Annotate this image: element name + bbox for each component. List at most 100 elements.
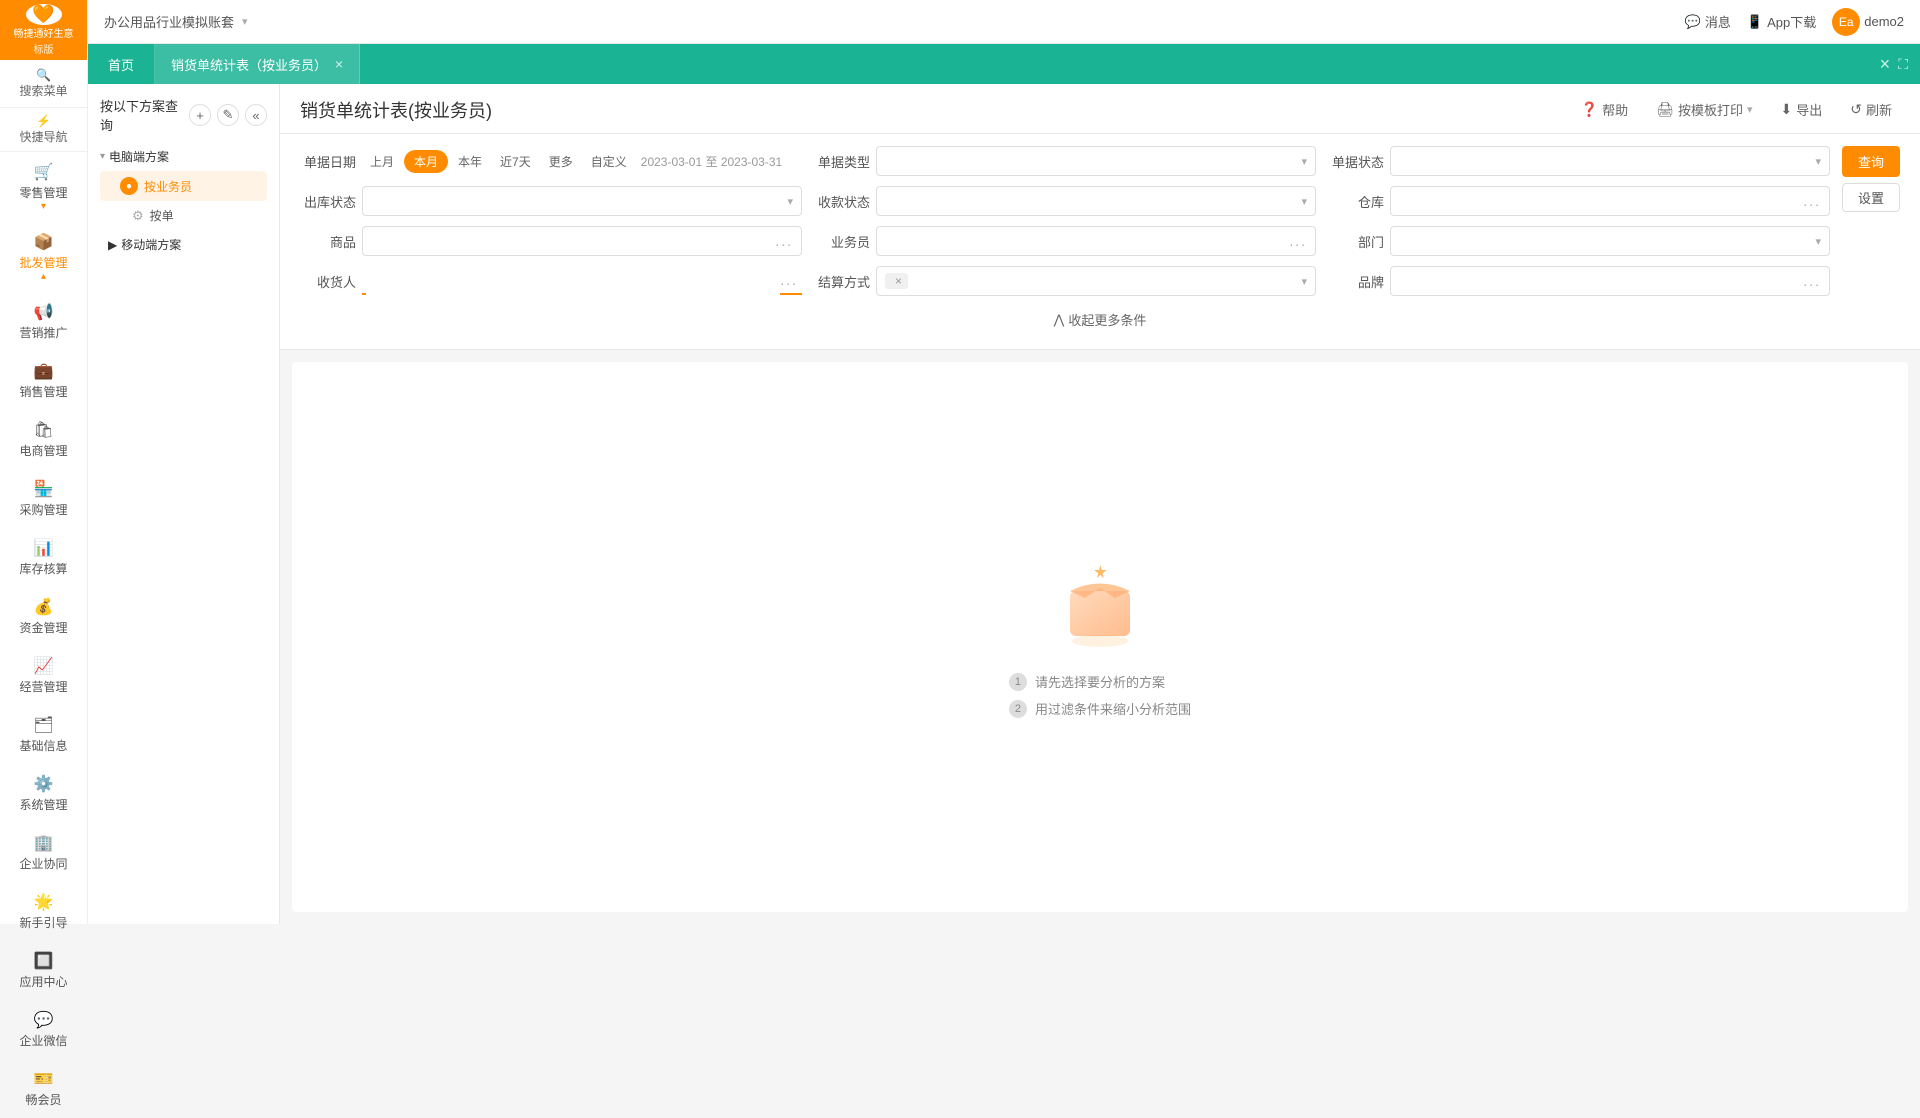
app-download-btn[interactable]: 📱 App下载 <box>1747 12 1816 31</box>
template-print-btn[interactable]: 🖨 按模板打印 ▾ <box>1648 96 1760 123</box>
sidebar-item-wholesale[interactable]: 📦 批发管理 ▴ <box>0 222 87 292</box>
message-btn[interactable]: 💬 消息 <box>1685 12 1731 31</box>
avatar: Ea <box>1832 8 1860 36</box>
date-current-year[interactable]: 本年 <box>450 150 490 173</box>
left-panel-actions: + ✎ « <box>189 104 267 126</box>
sidebar-item-operations[interactable]: 📈 经营管理 <box>0 646 87 705</box>
collapse-panel-btn[interactable]: « <box>245 104 267 126</box>
sidebar-item-system[interactable]: ⚙️ 系统管理 <box>0 764 87 823</box>
collapse-btn[interactable]: ⋀ 收起更多条件 <box>300 302 1900 337</box>
receiver-input[interactable] <box>366 265 780 295</box>
logo-text: 畅捷通好生意 <box>14 28 74 41</box>
arrow-down-icon: ▾ <box>41 201 46 212</box>
sidebar-item-enterprise[interactable]: 🏢 企业协同 <box>0 823 87 882</box>
brand-dots[interactable]: ... <box>1803 273 1821 289</box>
goods-dots[interactable]: ... <box>775 233 793 249</box>
sidebar-item-apps[interactable]: 🔲 应用中心 <box>0 941 87 1000</box>
goods-label: 商品 <box>300 232 356 251</box>
payment-label: 结算方式 <box>814 272 870 291</box>
sidebar: 🧡 畅捷通好生意 标版 🔍 搜索菜单 ⚡ 快捷导航 🛒 零售管理 ▾ 📦 批发管… <box>0 0 88 924</box>
date-current-month[interactable]: 本月 <box>404 150 448 173</box>
member-icon: 🎫 <box>34 1069 54 1089</box>
brand-select[interactable]: ... <box>1390 266 1830 296</box>
help-btn[interactable]: ❓ 帮助 <box>1573 96 1636 123</box>
doc-type-arrow: ▾ <box>1301 155 1307 168</box>
tab-home[interactable]: 首页 <box>88 44 155 84</box>
date-more[interactable]: 更多 <box>541 150 581 173</box>
user-profile[interactable]: Ea demo2 <box>1832 8 1904 36</box>
dept-field: 部门 ▾ <box>1328 226 1830 256</box>
mobile-plan-group: ▶ 移动端方案 <box>88 230 279 259</box>
tab-maximize-btn[interactable]: ⛶ <box>1898 56 1908 73</box>
sidebar-item-newbie[interactable]: 🌟 新手引导 <box>0 882 87 941</box>
out-status-label: 出库状态 <box>300 192 356 211</box>
dept-label: 部门 <box>1328 232 1384 251</box>
query-btn[interactable]: 查询 <box>1842 146 1900 177</box>
tab-close-window-btn[interactable]: × <box>1880 54 1891 75</box>
sidebar-item-member[interactable]: 🎫 畅会员 <box>0 1059 87 1118</box>
setting-btn[interactable]: 设置 <box>1842 183 1900 212</box>
purchase-icon: 🏪 <box>34 479 54 499</box>
goods-field: 商品 ... <box>300 226 802 256</box>
sidebar-item-finance[interactable]: 💰 资金管理 <box>0 587 87 646</box>
dept-arrow: ▾ <box>1815 235 1821 248</box>
sidebar-item-purchase[interactable]: 🏪 采购管理 <box>0 469 87 528</box>
page-actions: ❓ 帮助 🖨 按模板打印 ▾ ⬇ 导出 ↺ 刷新 <box>1573 96 1900 123</box>
tab-sales-stat[interactable]: 销货单统计表（按业务员） × <box>155 44 360 84</box>
help-icon: ❓ <box>1581 101 1598 118</box>
mobile-group-toggle[interactable]: ▶ 移动端方案 <box>100 230 267 259</box>
out-status-select[interactable]: ▾ <box>362 186 802 216</box>
warehouse-dots[interactable]: ... <box>1803 193 1821 209</box>
warehouse-field: 仓库 ... <box>1328 186 1830 216</box>
doc-status-select[interactable]: ▾ <box>1390 146 1830 176</box>
sidebar-item-inventory[interactable]: 📊 库存核算 <box>0 528 87 587</box>
wholesale-icon: 📦 <box>34 232 54 252</box>
sidebar-quick-nav[interactable]: ⚡ 快捷导航 <box>0 108 87 152</box>
payment-tag-close[interactable]: × <box>895 274 902 288</box>
date-custom[interactable]: 自定义 <box>583 150 635 173</box>
receipt-status-select[interactable]: ▾ <box>876 186 1316 216</box>
phone-icon: 📱 <box>1747 14 1763 30</box>
right-panel: 销货单统计表(按业务员) ❓ 帮助 🖨 按模板打印 ▾ ⬇ 导出 <box>280 84 1920 924</box>
sidebar-item-sales[interactable]: 💼 销售管理 <box>0 351 87 410</box>
date-7days[interactable]: 近7天 <box>492 150 539 173</box>
print-dropdown-arrow[interactable]: ▾ <box>1747 103 1753 116</box>
dept-select[interactable]: ▾ <box>1390 226 1830 256</box>
sidebar-item-ecommerce[interactable]: 🛍 电商管理 <box>0 410 87 469</box>
step2-num: 2 <box>1009 700 1027 718</box>
doc-type-select[interactable]: ▾ <box>876 146 1316 176</box>
salesperson-dots[interactable]: ... <box>1289 233 1307 249</box>
sidebar-item-basic[interactable]: 🗂 基础信息 <box>0 705 87 764</box>
payment-select[interactable]: × ▾ <box>876 266 1316 296</box>
export-btn[interactable]: ⬇ 导出 <box>1773 96 1831 123</box>
goods-select[interactable]: ... <box>362 226 802 256</box>
receiver-dots[interactable]: ... <box>780 272 798 288</box>
payment-field: 结算方式 × ▾ <box>814 266 1316 296</box>
salesperson-field: 业务员 ... <box>814 226 1316 256</box>
industry-dropdown-arrow[interactable]: ▾ <box>242 15 248 28</box>
warehouse-label: 仓库 <box>1328 192 1384 211</box>
desktop-group-toggle[interactable]: ▾ 电脑端方案 <box>100 142 267 171</box>
tab-close-btn[interactable]: × <box>335 56 343 72</box>
apps-icon: 🔲 <box>34 951 54 971</box>
plan-item-salesperson[interactable]: ● 按业务员 <box>100 171 267 201</box>
date-range-display: 2023-03-01 至 2023-03-31 <box>641 153 782 170</box>
empty-illustration <box>1050 556 1150 656</box>
doc-type-label: 单据类型 <box>814 152 870 171</box>
marketing-icon: 📢 <box>34 302 54 322</box>
sidebar-item-retail[interactable]: 🛒 零售管理 ▾ <box>0 152 87 222</box>
sidebar-item-wechat[interactable]: 💬 企业微信 <box>0 1000 87 1059</box>
sidebar-item-marketing[interactable]: 📢 营销推广 <box>0 292 87 351</box>
plan-sub-item-order[interactable]: ⚙ 按单 <box>100 201 267 230</box>
refresh-btn[interactable]: ↺ 刷新 <box>1842 96 1900 123</box>
add-plan-btn[interactable]: + <box>189 104 211 126</box>
salesperson-select[interactable]: ... <box>876 226 1316 256</box>
print-icon: 🖨 <box>1656 101 1674 118</box>
sidebar-search[interactable]: 🔍 搜索菜单 <box>0 60 87 108</box>
out-status-arrow: ▾ <box>787 195 793 208</box>
filter-area: 单据日期 上月 本月 本年 近7天 更多 自定义 2023-03-01 至 20… <box>280 134 1920 350</box>
group-arrow-icon: ▾ <box>100 151 105 162</box>
edit-plan-btn[interactable]: ✎ <box>217 104 239 126</box>
date-last-month[interactable]: 上月 <box>362 150 402 173</box>
warehouse-select[interactable]: ... <box>1390 186 1830 216</box>
